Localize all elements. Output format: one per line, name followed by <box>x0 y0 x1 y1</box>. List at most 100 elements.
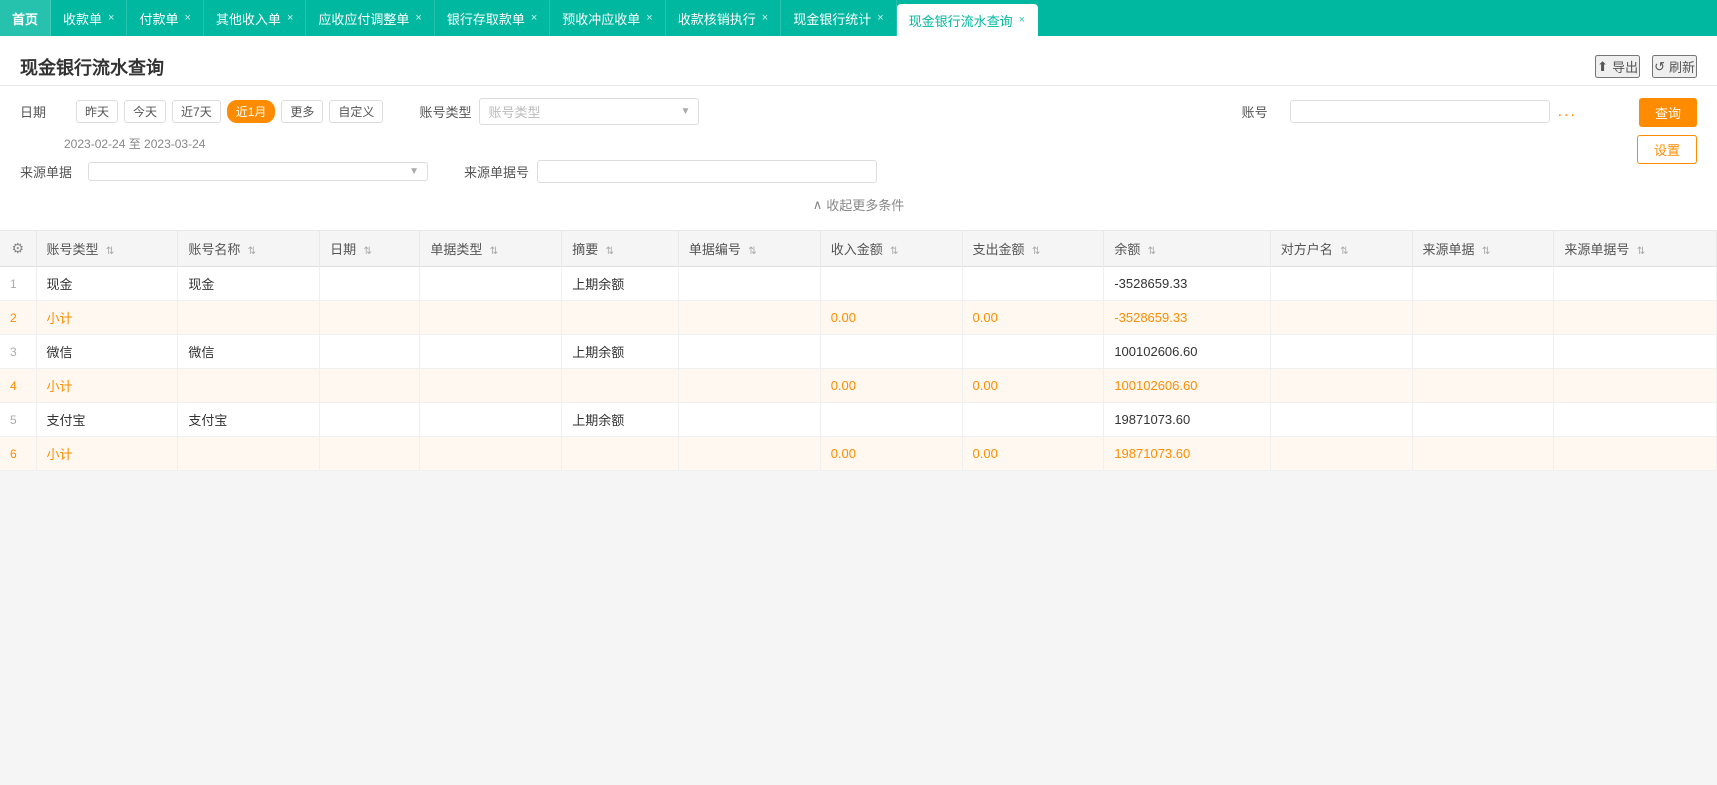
nav-label: 收款核销执行 <box>678 9 756 28</box>
sort-icon: ⇅ <box>1482 246 1490 257</box>
th-account-name[interactable]: 账号名称 ⇅ <box>178 231 320 267</box>
nav-item-home[interactable]: 首页 <box>0 0 51 36</box>
source-doc-no-label: 来源单据号 <box>464 162 529 181</box>
th-date[interactable]: 日期 ⇅ <box>320 231 420 267</box>
settings-button[interactable]: 设置 <box>1637 135 1697 164</box>
cell-expense: 0.00 <box>962 369 1104 403</box>
cell-income: 0.00 <box>820 369 962 403</box>
account-label: 账号 <box>1242 102 1282 121</box>
table-row: 2小计0.000.00-3528659.33 <box>0 301 1717 335</box>
account-type-label: 账号类型 <box>419 102 471 121</box>
nav-close-icon[interactable]: × <box>1019 14 1025 26</box>
th-label: 单据类型 <box>430 242 482 257</box>
table-row: 3微信微信上期余额100102606.60 <box>0 335 1717 369</box>
gear-icon[interactable]: ⚙ <box>11 240 24 256</box>
cell-source_doc <box>1412 267 1554 301</box>
settings-column-header[interactable]: ⚙ <box>0 231 36 267</box>
nav-close-icon[interactable]: × <box>415 12 421 24</box>
nav-close-icon[interactable]: × <box>877 12 883 24</box>
cell-date <box>320 267 420 301</box>
th-label: 支出金额 <box>973 242 1025 257</box>
cell-counterpart <box>1270 369 1412 403</box>
th-counterpart[interactable]: 对方户名 ⇅ <box>1270 231 1412 267</box>
nav-item-cash-bank-stat[interactable]: 现金银行统计 × <box>781 0 896 36</box>
collapse-bar[interactable]: ∧ 收起更多条件 <box>20 191 1697 218</box>
row-number: 2 <box>0 301 36 335</box>
th-doc-type[interactable]: 单据类型 ⇅ <box>420 231 562 267</box>
th-income[interactable]: 收入金额 ⇅ <box>820 231 962 267</box>
th-source-doc[interactable]: 来源单据 ⇅ <box>1412 231 1554 267</box>
nav-item-prepay-offset[interactable]: 预收冲应收单 × <box>550 0 665 36</box>
nav-item-bank-deposit[interactable]: 银行存取款单 × <box>435 0 550 36</box>
th-summary[interactable]: 摘要 ⇅ <box>562 231 679 267</box>
date-btn-1month[interactable]: 近1月 <box>227 100 276 123</box>
cell-source_doc_no <box>1554 369 1717 403</box>
account-dots-button[interactable]: ... <box>1558 103 1577 121</box>
date-btn-today[interactable]: 今天 <box>124 100 166 123</box>
sort-icon: ⇅ <box>248 246 256 257</box>
date-btn-custom[interactable]: 自定义 <box>329 100 383 123</box>
row-number: 5 <box>0 403 36 437</box>
nav-close-icon[interactable]: × <box>184 12 190 24</box>
cell-doc_type <box>420 403 562 437</box>
nav-label: 银行存取款单 <box>447 9 525 28</box>
cell-summary: 上期余额 <box>562 335 679 369</box>
cell-income <box>820 403 962 437</box>
cell-date <box>320 369 420 403</box>
th-account-type[interactable]: 账号类型 ⇅ <box>36 231 178 267</box>
cell-summary <box>562 369 679 403</box>
cell-balance: 100102606.60 <box>1104 369 1270 403</box>
cell-doc_no <box>678 301 820 335</box>
row-number: 6 <box>0 437 36 471</box>
source-doc-no-input[interactable] <box>537 160 877 183</box>
cell-doc_no <box>678 369 820 403</box>
th-label: 摘要 <box>572 242 598 257</box>
nav-item-ar-ap-adjust[interactable]: 应收应付调整单 × <box>306 0 434 36</box>
cell-source_doc <box>1412 437 1554 471</box>
cell-source_doc <box>1412 403 1554 437</box>
cell-source_doc_no <box>1554 403 1717 437</box>
nav-item-receipt-verify[interactable]: 收款核销执行 × <box>666 0 781 36</box>
nav-close-icon[interactable]: × <box>108 12 114 24</box>
th-expense[interactable]: 支出金额 ⇅ <box>962 231 1104 267</box>
nav-close-icon[interactable]: × <box>287 12 293 24</box>
th-balance[interactable]: 余额 ⇅ <box>1104 231 1270 267</box>
account-input[interactable] <box>1290 100 1550 123</box>
nav-item-receipt[interactable]: 收款单 × <box>51 0 127 36</box>
top-navigation: 首页 收款单 × 付款单 × 其他收入单 × 应收应付调整单 × 银行存取款单 … <box>0 0 1717 36</box>
nav-item-cash-bank-flow[interactable]: 现金银行流水查询 × <box>897 4 1038 36</box>
chevron-down-icon: ▼ <box>681 106 691 117</box>
account-type-select[interactable]: 账号类型 ▼ <box>479 98 699 125</box>
nav-close-icon[interactable]: × <box>762 12 768 24</box>
cell-doc_type <box>420 267 562 301</box>
cell-counterpart <box>1270 301 1412 335</box>
nav-item-other-income[interactable]: 其他收入单 × <box>204 0 306 36</box>
cell-doc_type <box>420 301 562 335</box>
cell-counterpart <box>1270 437 1412 471</box>
th-doc-no[interactable]: 单据编号 ⇅ <box>678 231 820 267</box>
nav-item-payment[interactable]: 付款单 × <box>127 0 203 36</box>
cell-date <box>320 437 420 471</box>
refresh-button[interactable]: ↺ 刷新 <box>1652 55 1697 78</box>
th-label: 来源单据号 <box>1564 242 1629 257</box>
date-btn-7days[interactable]: 近7天 <box>172 100 221 123</box>
source-doc-select[interactable]: ▼ <box>88 162 428 181</box>
filter-action-buttons: 查询 设置 <box>1577 98 1697 164</box>
cell-account_type: 小计 <box>36 369 178 403</box>
date-btn-more[interactable]: 更多 <box>281 100 323 123</box>
table-row: 5支付宝支付宝上期余额19871073.60 <box>0 403 1717 437</box>
cell-account_name: 现金 <box>178 267 320 301</box>
export-button[interactable]: ⬆ 导出 <box>1595 55 1640 78</box>
nav-close-icon[interactable]: × <box>531 12 537 24</box>
th-label: 来源单据 <box>1423 242 1475 257</box>
th-source-doc-no[interactable]: 来源单据号 ⇅ <box>1554 231 1717 267</box>
cell-doc_no <box>678 437 820 471</box>
nav-label: 付款单 <box>139 9 178 28</box>
cell-source_doc_no <box>1554 335 1717 369</box>
query-button[interactable]: 查询 <box>1639 98 1697 127</box>
cell-account_type: 微信 <box>36 335 178 369</box>
nav-close-icon[interactable]: × <box>646 12 652 24</box>
date-btn-yesterday[interactable]: 昨天 <box>76 100 118 123</box>
cell-counterpart <box>1270 267 1412 301</box>
sort-icon: ⇅ <box>606 246 614 257</box>
